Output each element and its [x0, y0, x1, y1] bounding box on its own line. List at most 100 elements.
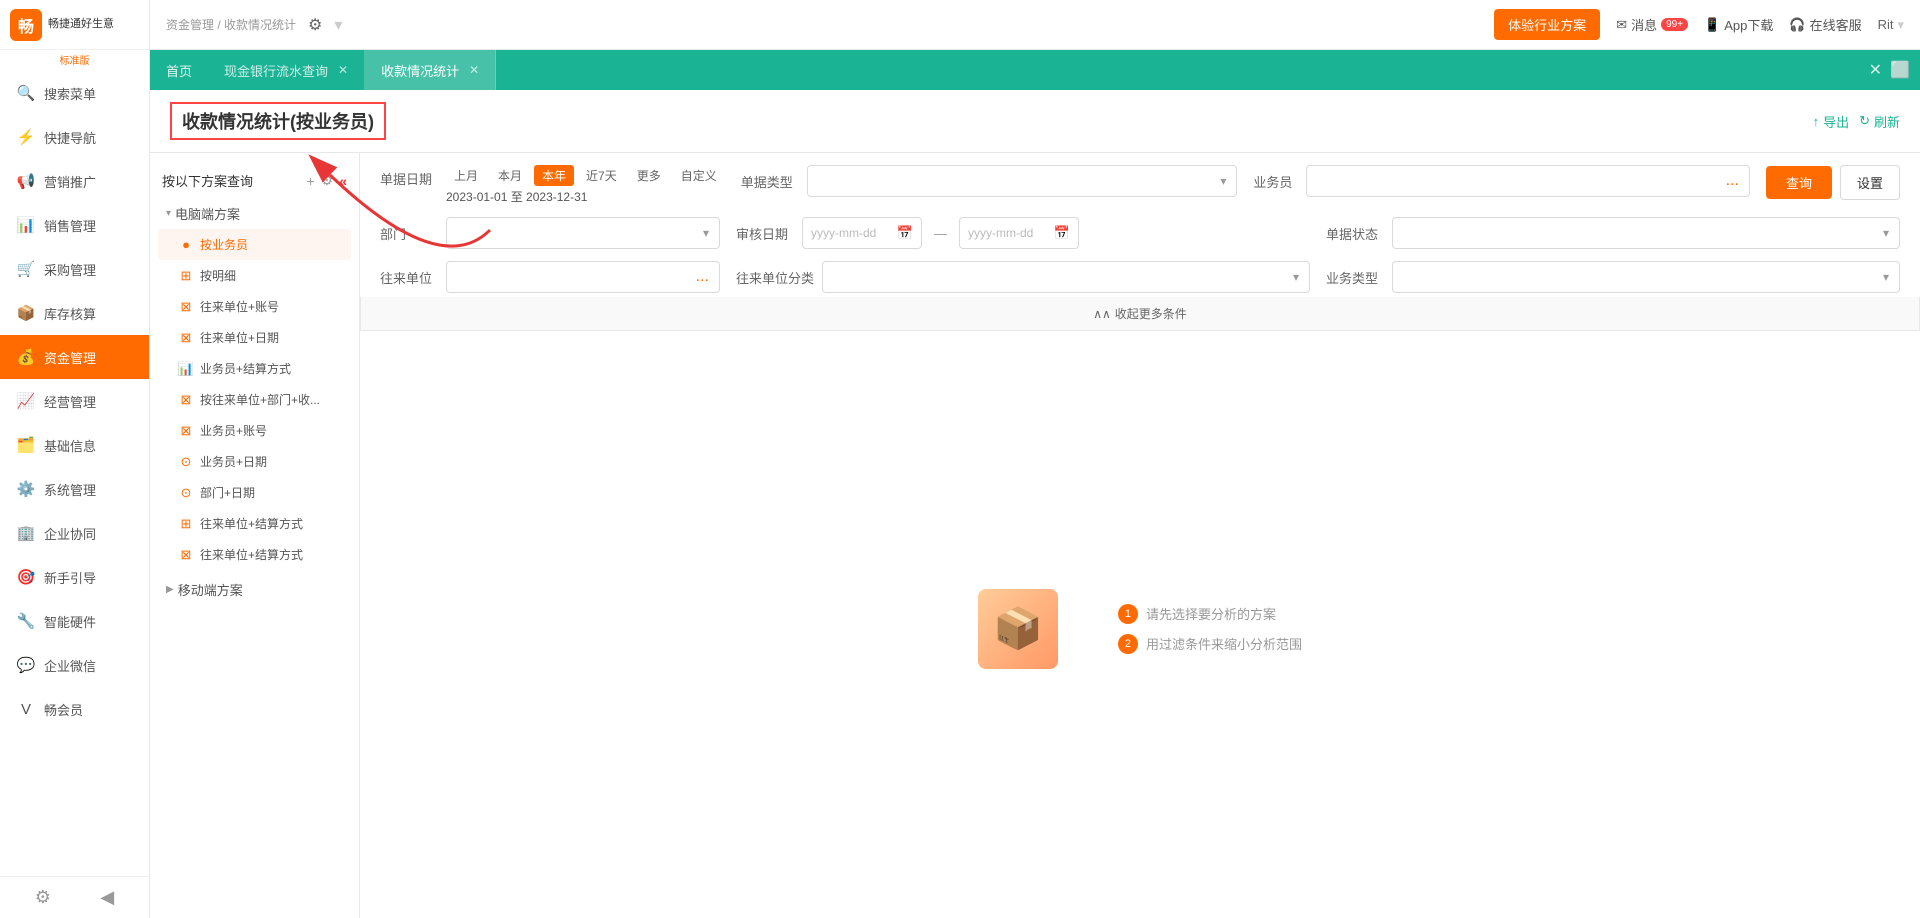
partner-label: 往来单位	[380, 268, 438, 287]
sidebar-item-search[interactable]: 🔍 搜索菜单	[0, 71, 149, 115]
review-date-from[interactable]: yyyy-mm-dd 📅	[802, 217, 922, 249]
panel-settings-icon[interactable]: ⚙	[321, 172, 334, 189]
sidebar-item-inventory[interactable]: 📦 库存核算	[0, 291, 149, 335]
doc-type-label: 单据类型	[741, 172, 799, 191]
tab-collection[interactable]: 收款情况统计 ✕	[365, 50, 496, 90]
tree-item-salesperson-account[interactable]: ⊠ 业务员+账号	[158, 415, 351, 446]
partner-input[interactable]: ...	[446, 261, 720, 293]
biz-type-dropdown[interactable]: ▾	[1392, 261, 1900, 293]
tree-item-unit-calc2[interactable]: ⊠ 往来单位+结算方式	[158, 539, 351, 570]
sidebar-item-quicknav[interactable]: ⚡ 快捷导航	[0, 115, 149, 159]
tree-item-salesperson-date[interactable]: ⊙ 业务员+日期	[158, 446, 351, 477]
sidebar-item-guide[interactable]: 🎯 新手引导	[0, 555, 149, 599]
salesperson-account-icon: ⊠	[178, 423, 194, 439]
page-content: 收款情况统计(按业务员) ↑ 导出 ↻ 刷新 按以下方	[150, 90, 1920, 918]
inventory-icon: 📦	[16, 303, 36, 323]
salesperson-calc-icon: 📊	[178, 361, 194, 377]
doc-status-label: 单据状态	[1326, 224, 1384, 243]
filter-row-1: 单据日期 上月 本月 本年 近7天 更多 自定义	[380, 165, 1900, 205]
tree-item-by-detail[interactable]: ⊞ 按明细	[158, 260, 351, 291]
date-tab-7days[interactable]: 近7天	[578, 165, 625, 186]
sidebar-collapse-btn[interactable]: ◀	[100, 887, 114, 908]
sidebar-item-system[interactable]: ⚙️ 系统管理	[0, 467, 149, 511]
header-settings-icon[interactable]: ⚙	[308, 15, 322, 35]
expand-icon: ▾	[166, 208, 171, 219]
dept-date-icon: ⊙	[178, 485, 194, 501]
sidebar-item-corp[interactable]: 🏢 企业协同	[0, 511, 149, 555]
collapse-bar[interactable]: ∧∧ 收起更多条件	[360, 297, 1920, 331]
sidebar-settings-btn[interactable]: ⚙	[35, 887, 51, 908]
dept-dropdown[interactable]: ▾	[446, 217, 720, 249]
filter-row-2: 部门 ▾ 审核日期 yyyy-mm-dd	[380, 217, 1900, 249]
date-tab-this-month[interactable]: 本月	[490, 165, 530, 186]
tree-desktop-group[interactable]: ▾ 电脑端方案	[158, 198, 351, 229]
tree-mobile-group[interactable]: ▶ 移动端方案	[158, 574, 351, 605]
sidebar-item-finance[interactable]: 💰 资金管理	[0, 335, 149, 379]
salesperson-icon: ●	[178, 237, 194, 253]
tree-item-salesperson-calc[interactable]: 📊 业务员+结算方式	[158, 353, 351, 384]
review-date-to[interactable]: yyyy-mm-dd 📅	[959, 217, 1079, 249]
date-tab-last-month[interactable]: 上月	[446, 165, 486, 186]
hint-1-num: 1	[1118, 604, 1138, 624]
partner-category-dropdown[interactable]: ▾	[822, 261, 1310, 293]
trial-btn[interactable]: 体验行业方案	[1494, 9, 1600, 40]
date-tab-custom[interactable]: 自定义	[673, 165, 725, 186]
sidebar-item-basic[interactable]: 🗂️ 基础信息	[0, 423, 149, 467]
biz-type-filter: 业务类型 ▾	[1326, 261, 1900, 293]
app-download-btn[interactable]: 📱 App下载	[1704, 15, 1773, 34]
tree-item-unit-calc1[interactable]: ⊞ 往来单位+结算方式	[158, 508, 351, 539]
tab-collection-close[interactable]: ✕	[469, 63, 479, 77]
main-area: 资金管理 / 收款情况统计 ⚙ ▾ 体验行业方案 ✉ 消息 99+ 📱 App下…	[150, 0, 1920, 918]
tree-item-unit-account[interactable]: ⊠ 往来单位+账号	[158, 291, 351, 322]
message-btn[interactable]: ✉ 消息 99+	[1616, 15, 1688, 34]
filter-section: 单据日期 上月 本月 本年 近7天 更多 自定义	[360, 153, 1920, 297]
tab-bar-right: ✕ ⬜	[1869, 50, 1920, 90]
tree-item-unit-dept[interactable]: ⊠ 按往来单位+部门+收...	[158, 384, 351, 415]
dropdown-arrow-icon[interactable]: ▾	[334, 15, 342, 35]
date-tab-more[interactable]: 更多	[629, 165, 669, 186]
sidebar-item-purchase[interactable]: 🛒 采购管理	[0, 247, 149, 291]
tab-maximize-icon[interactable]: ⬜	[1890, 60, 1910, 80]
tree-item-unit-date[interactable]: ⊠ 往来单位+日期	[158, 322, 351, 353]
sidebar-item-member[interactable]: V 畅会员	[0, 687, 149, 731]
panel-add-icon[interactable]: +	[306, 173, 314, 189]
sidebar-item-wechat[interactable]: 💬 企业微信	[0, 643, 149, 687]
tab-home[interactable]: 首页	[150, 50, 208, 90]
calendar-icon-2: 📅	[1054, 225, 1070, 241]
tab-bank-close[interactable]: ✕	[338, 63, 348, 77]
search-icon: 🔍	[16, 83, 36, 103]
online-service-btn[interactable]: 🎧 在线客服	[1789, 15, 1861, 34]
user-avatar[interactable]: Rit ▾	[1878, 17, 1904, 33]
partner-category-label: 往来单位分类	[736, 268, 814, 287]
sidebar-item-hardware[interactable]: 🔧 智能硬件	[0, 599, 149, 643]
refresh-btn[interactable]: ↻ 刷新	[1859, 112, 1900, 131]
sales-icon: 📊	[16, 215, 36, 235]
salesperson-input[interactable]: ...	[1306, 165, 1750, 197]
partner-category-filter: 往来单位分类 ▾	[736, 261, 1310, 293]
partner-more-btn[interactable]: ...	[696, 268, 709, 286]
filter-settings-btn[interactable]: 设置	[1840, 165, 1900, 200]
date-tab-this-year[interactable]: 本年	[534, 165, 574, 186]
dept-arrow: ▾	[703, 226, 709, 240]
query-btn[interactable]: 查询	[1766, 166, 1832, 199]
doc-status-dropdown[interactable]: ▾	[1392, 217, 1900, 249]
doc-status-filter: 单据状态 ▾	[1326, 217, 1900, 249]
quicknav-icon: ⚡	[16, 127, 36, 147]
edition-label: 标准版	[0, 50, 149, 71]
salesperson-more-btn[interactable]: ...	[1726, 172, 1739, 190]
panel-collapse-icon[interactable]: «	[339, 173, 347, 189]
export-btn[interactable]: ↑ 导出	[1813, 112, 1850, 131]
unit-date-icon: ⊠	[178, 330, 194, 346]
hardware-icon: 🔧	[16, 611, 36, 631]
empty-hint-1: 1 请先选择要分析的方案	[1118, 604, 1302, 624]
doc-type-dropdown[interactable]: ▾	[807, 165, 1238, 197]
sidebar-item-marketing[interactable]: 📢 营销推广	[0, 159, 149, 203]
date-label: 单据日期	[380, 165, 438, 188]
sidebar-item-sales[interactable]: 📊 销售管理	[0, 203, 149, 247]
tree-item-by-salesperson[interactable]: ● 按业务员	[158, 229, 351, 260]
tree-item-dept-date[interactable]: ⊙ 部门+日期	[158, 477, 351, 508]
system-icon: ⚙️	[16, 479, 36, 499]
tab-bank[interactable]: 现金银行流水查询 ✕	[208, 50, 365, 90]
tab-close-all-icon[interactable]: ✕	[1869, 60, 1882, 80]
sidebar-item-operation[interactable]: 📈 经营管理	[0, 379, 149, 423]
